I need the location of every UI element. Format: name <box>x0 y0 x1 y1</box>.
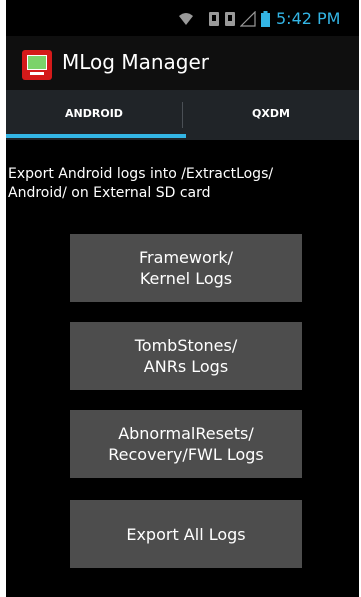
action-bar: MLog Manager <box>6 36 359 90</box>
battery-icon <box>261 11 270 27</box>
mlog-app-icon[interactable] <box>22 50 52 80</box>
phone-screen: 5:42 PM MLog Manager ANDROID QXDM Export… <box>6 0 359 597</box>
tab-android[interactable]: ANDROID <box>6 90 182 140</box>
app-title: MLog Manager <box>62 50 210 74</box>
abnormal-resets-recovery-fwl-logs-button[interactable]: AbnormalResets/ Recovery/FWL Logs <box>70 410 302 478</box>
tab-qxdm[interactable]: QXDM <box>183 90 359 140</box>
app-icon-base <box>30 72 44 75</box>
status-bar: 5:42 PM <box>6 0 359 36</box>
export-description: Export Android logs into /ExtractLogs/ A… <box>8 166 274 201</box>
sim1-icon <box>209 12 219 26</box>
status-clock: 5:42 PM <box>276 9 341 28</box>
tombstones-anrs-logs-button[interactable]: TombStones/ ANRs Logs <box>70 322 302 390</box>
app-icon-screen <box>27 55 47 70</box>
sim2-icon <box>225 12 235 26</box>
android-tab-content: Export Android logs into /ExtractLogs/ A… <box>6 140 359 597</box>
signal-icon <box>240 11 256 27</box>
export-all-logs-button[interactable]: Export All Logs <box>70 500 302 568</box>
wifi-icon <box>179 13 193 25</box>
selected-tab-indicator <box>6 134 186 138</box>
framework-kernel-logs-button[interactable]: Framework/ Kernel Logs <box>70 234 302 302</box>
tab-bar: ANDROID QXDM <box>6 90 359 140</box>
